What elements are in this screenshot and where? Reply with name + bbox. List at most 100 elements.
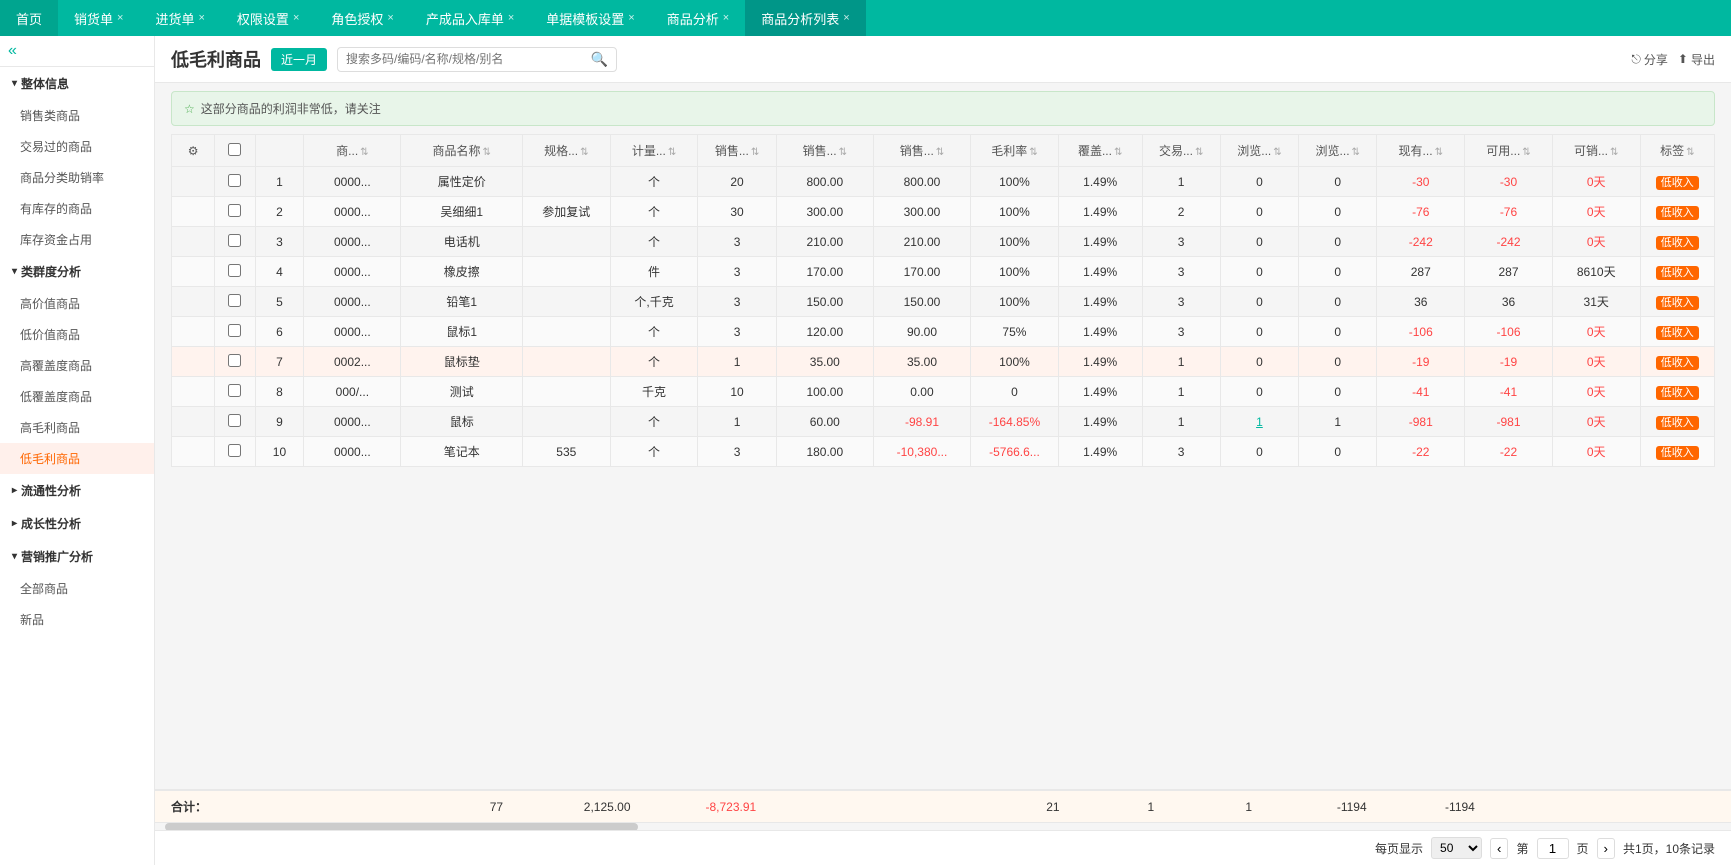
row-checkbox[interactable] — [215, 197, 255, 227]
spec-col-header[interactable]: 规格...⇅ — [522, 135, 610, 167]
tag-col-header[interactable]: 标签⇅ — [1640, 135, 1714, 167]
nav-home[interactable]: 首页 — [0, 0, 58, 36]
gross-margin-col-header[interactable]: 毛利率⇅ — [971, 135, 1059, 167]
row-browse1[interactable]: 0 — [1220, 377, 1298, 407]
row-browse1[interactable]: 0 — [1220, 197, 1298, 227]
sidebar-collapse-button[interactable]: « — [8, 42, 17, 60]
footer-browse2: 1 — [1200, 800, 1298, 814]
row-checkbox[interactable] — [215, 227, 255, 257]
next-page-button[interactable]: › — [1597, 838, 1615, 859]
sidebar-item-low-margin[interactable]: 低毛利商品 — [0, 443, 154, 474]
sidebar-item-low-coverage[interactable]: 低覆盖度商品 — [0, 381, 154, 412]
unit-col-header[interactable]: 计量...⇅ — [610, 135, 698, 167]
prev-page-button[interactable]: ‹ — [1490, 838, 1508, 859]
row-browse1[interactable]: 1 — [1220, 407, 1298, 437]
browse2-col-header[interactable]: 浏览...⇅ — [1299, 135, 1377, 167]
sidebar-item-sales-products[interactable]: 销售类商品 — [0, 100, 154, 131]
nav-permission-settings[interactable]: 权限设置 × — [221, 0, 315, 36]
available-col-header[interactable]: 可用...⇅ — [1465, 135, 1553, 167]
coverage-col-header[interactable]: 覆盖...⇅ — [1058, 135, 1142, 167]
nav-product-analysis-list[interactable]: 商品分析列表 × — [745, 0, 865, 36]
sidebar-item-in-stock-products[interactable]: 有库存的商品 — [0, 193, 154, 224]
sidebar-section-marketing-title[interactable]: ▾ 营销推广分析 — [0, 540, 154, 573]
row-checkbox[interactable] — [215, 347, 255, 377]
nav-product-analysis[interactable]: 商品分析 × — [651, 0, 745, 36]
sidebar-section-overall-title[interactable]: ▾ 整体信息 — [0, 67, 154, 100]
close-icon[interactable]: × — [723, 12, 729, 24]
row-checkbox[interactable] — [215, 317, 255, 347]
sidebar-section-growth-title[interactable]: ▸ 成长性分析 — [0, 507, 154, 540]
search-input[interactable] — [346, 52, 591, 66]
horizontal-scrollbar[interactable] — [155, 822, 1731, 830]
top-navigation: 首页 销货单 × 进货单 × 权限设置 × 角色授权 × 产成品入库单 × 单据… — [0, 0, 1731, 36]
share-button[interactable]: ⎋ 分享 — [1631, 51, 1668, 68]
row-select-checkbox[interactable] — [228, 414, 241, 427]
saleable-col-header[interactable]: 可销...⇅ — [1552, 135, 1640, 167]
row-checkbox[interactable] — [215, 287, 255, 317]
footer-sales-qty: 77 — [447, 800, 545, 814]
current-stock-col-header[interactable]: 现有...⇅ — [1377, 135, 1465, 167]
row-browse1[interactable]: 0 — [1220, 257, 1298, 287]
nav-purchase-order[interactable]: 进货单 × — [139, 0, 220, 36]
row-browse1[interactable]: 0 — [1220, 167, 1298, 197]
close-icon[interactable]: × — [508, 12, 514, 24]
close-icon[interactable]: × — [843, 12, 849, 24]
nav-template-settings[interactable]: 单据模板设置 × — [530, 0, 650, 36]
row-browse1[interactable]: 0 — [1220, 287, 1298, 317]
close-icon[interactable]: × — [198, 12, 204, 24]
sales-price-col-header[interactable]: 销售...⇅ — [776, 135, 873, 167]
per-page-select[interactable]: 50 20 100 — [1431, 837, 1482, 859]
code-col-header[interactable]: 商...⇅ — [304, 135, 401, 167]
row-select-checkbox[interactable] — [228, 324, 241, 337]
row-checkbox[interactable] — [215, 167, 255, 197]
row-select-checkbox[interactable] — [228, 234, 241, 247]
row-browse1[interactable]: 0 — [1220, 317, 1298, 347]
export-button[interactable]: ⬆ 导出 — [1678, 51, 1715, 68]
row-select-checkbox[interactable] — [228, 294, 241, 307]
sidebar-item-low-value[interactable]: 低价值商品 — [0, 319, 154, 350]
sidebar-item-high-value[interactable]: 高价值商品 — [0, 288, 154, 319]
row-checkbox[interactable] — [215, 407, 255, 437]
checkbox-col-header[interactable] — [215, 135, 255, 167]
name-col-header[interactable]: 商品名称⇅ — [401, 135, 522, 167]
row-checkbox[interactable] — [215, 377, 255, 407]
row-sales-price: 210.00 — [776, 227, 873, 257]
sidebar-item-category-sales-rate[interactable]: 商品分类助销率 — [0, 162, 154, 193]
nav-role-auth[interactable]: 角色授权 × — [315, 0, 409, 36]
row-select-checkbox[interactable] — [228, 204, 241, 217]
row-select-checkbox[interactable] — [228, 444, 241, 457]
row-select-checkbox[interactable] — [228, 354, 241, 367]
row-checkbox[interactable] — [215, 437, 255, 467]
row-select-checkbox[interactable] — [228, 264, 241, 277]
row-select-checkbox[interactable] — [228, 384, 241, 397]
nav-product-storage[interactable]: 产成品入库单 × — [410, 0, 530, 36]
page-number-input[interactable] — [1537, 838, 1569, 859]
sidebar-item-high-coverage[interactable]: 高覆盖度商品 — [0, 350, 154, 381]
sidebar-item-all-products[interactable]: 全部商品 — [0, 573, 154, 604]
select-all-checkbox[interactable] — [228, 143, 241, 156]
close-icon[interactable]: × — [293, 12, 299, 24]
sidebar-section-cluster-title[interactable]: ▾ 类群度分析 — [0, 255, 154, 288]
sidebar-item-new-products[interactable]: 新品 — [0, 604, 154, 635]
close-icon[interactable]: × — [387, 12, 393, 24]
sidebar-section-liquidity-title[interactable]: ▸ 流通性分析 — [0, 474, 154, 507]
nav-sales-order[interactable]: 销货单 × — [58, 0, 139, 36]
close-icon[interactable]: × — [117, 12, 123, 24]
sidebar-item-high-margin[interactable]: 高毛利商品 — [0, 412, 154, 443]
transaction-col-header[interactable]: 交易...⇅ — [1142, 135, 1220, 167]
sales-qty-col-header[interactable]: 销售...⇅ — [698, 135, 776, 167]
sales-profit-col-header[interactable]: 销售...⇅ — [873, 135, 970, 167]
settings-col-header[interactable]: ⚙ — [172, 135, 215, 167]
row-browse1[interactable]: 0 — [1220, 227, 1298, 257]
sidebar-item-traded-products[interactable]: 交易过的商品 — [0, 131, 154, 162]
row-checkbox[interactable] — [215, 257, 255, 287]
page-suffix: 页 — [1577, 840, 1589, 857]
row-browse1[interactable]: 0 — [1220, 437, 1298, 467]
date-filter-button[interactable]: 近一月 — [271, 48, 327, 71]
row-select-checkbox[interactable] — [228, 174, 241, 187]
close-icon[interactable]: × — [628, 12, 634, 24]
row-browse1[interactable]: 0 — [1220, 347, 1298, 377]
sidebar-item-inventory-capital[interactable]: 库存资金占用 — [0, 224, 154, 255]
row-sales-qty: 3 — [698, 437, 776, 467]
browse1-col-header[interactable]: 浏览...⇅ — [1220, 135, 1298, 167]
